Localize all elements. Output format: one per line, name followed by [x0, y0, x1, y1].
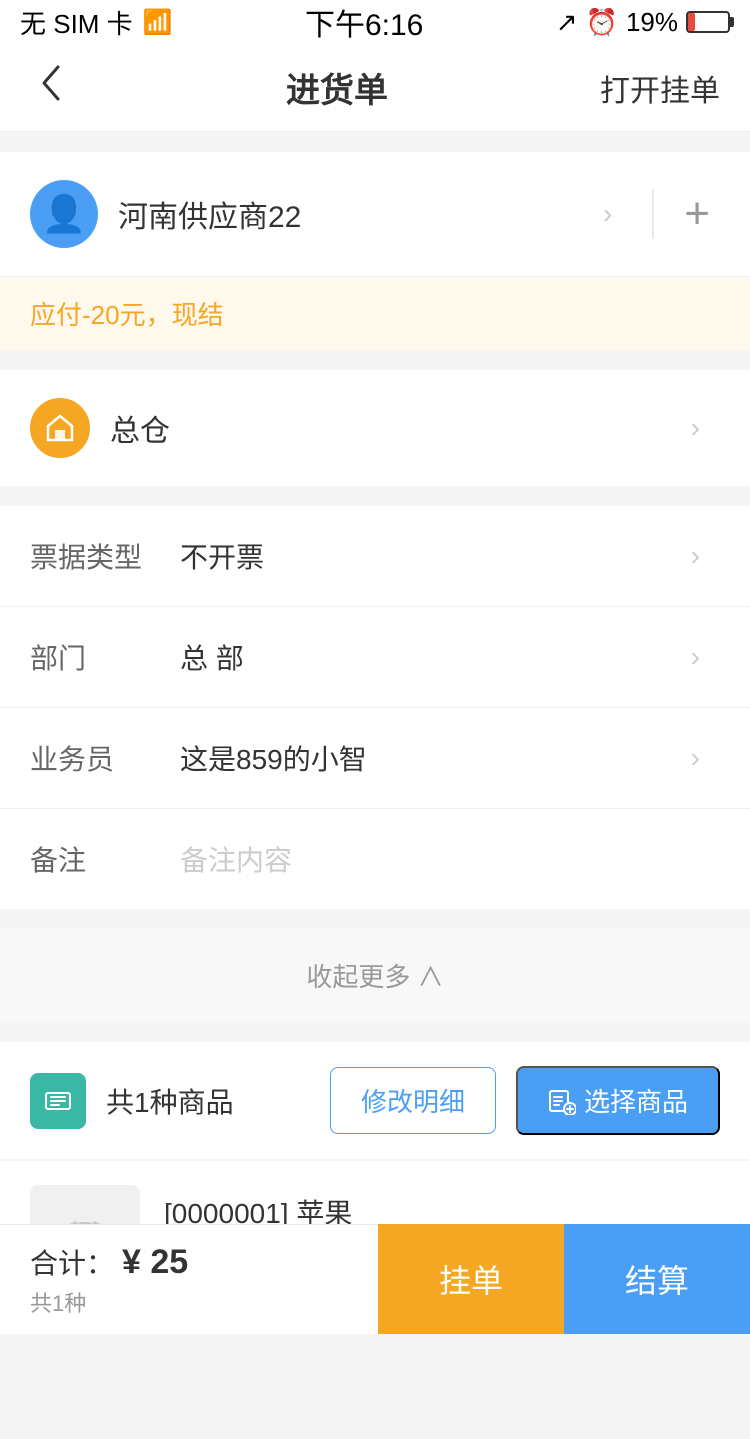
salesperson-row[interactable]: 业务员 这是859的小智 ›	[0, 708, 750, 809]
add-button[interactable]: +	[674, 189, 720, 239]
location-icon: ↗	[556, 7, 578, 38]
alarm-icon: ⏰	[586, 7, 618, 38]
warehouse-chevron-icon: ›	[691, 412, 700, 444]
person-icon: 👤	[42, 193, 87, 235]
select-product-button[interactable]: 选择商品	[516, 1066, 720, 1135]
warehouse-row[interactable]: 总仓 ›	[0, 370, 750, 486]
product-count-text: 共1种商品	[106, 1081, 310, 1121]
status-right: ↗ ⏰ 19%	[556, 7, 730, 38]
total-area: 合计： ¥ 25 共1种	[0, 1224, 378, 1334]
supplier-section: 👤 河南供应商22 › + 应付-20元，现结	[0, 152, 750, 350]
department-chevron-icon: ›	[691, 641, 700, 673]
department-value: 总 部	[160, 637, 691, 677]
form-section: 票据类型 不开票 › 部门 总 部 › 业务员 这是859的小智 › 备注 备注…	[0, 506, 750, 909]
hold-label: 挂单	[439, 1256, 503, 1302]
notes-placeholder: 备注内容	[160, 839, 720, 879]
invoice-type-row[interactable]: 票据类型 不开票 ›	[0, 506, 750, 607]
carrier-label: 无 SIM 卡	[20, 4, 133, 41]
salesperson-value: 这是859的小智	[160, 738, 691, 778]
supplier-row: 👤 河南供应商22 › +	[0, 152, 750, 277]
department-label: 部门	[30, 637, 160, 677]
notes-row[interactable]: 备注 备注内容	[0, 809, 750, 909]
battery-percent: 19%	[626, 7, 678, 38]
total-label: 合计：	[30, 1242, 114, 1282]
notes-label: 备注	[30, 839, 160, 879]
invoice-chevron-icon: ›	[691, 540, 700, 572]
warehouse-icon	[30, 398, 90, 458]
battery-icon	[686, 11, 730, 33]
select-product-label: 选择商品	[584, 1082, 688, 1119]
product-count-icon	[30, 1073, 86, 1129]
salesperson-label: 业务员	[30, 738, 160, 778]
supplier-chevron-icon[interactable]: ›	[603, 198, 612, 230]
collapse-label: 收起更多 ∧	[306, 962, 443, 992]
salesperson-chevron-icon: ›	[691, 742, 700, 774]
warning-text: 应付-20元，现结	[30, 300, 224, 330]
total-count: 共1种	[30, 1286, 348, 1318]
warehouse-name: 总仓	[110, 406, 691, 450]
product-header: 共1种商品 修改明细 选择商品	[0, 1042, 750, 1159]
total-amount: ¥ 25	[122, 1243, 188, 1282]
divider	[652, 189, 654, 239]
invoice-type-value: 不开票	[160, 536, 691, 576]
page-title: 进货单	[286, 63, 388, 112]
settle-button[interactable]: 结算	[564, 1224, 750, 1334]
status-bar: 无 SIM 卡 📶 下午6:16 ↗ ⏰ 19%	[0, 0, 750, 44]
supplier-name: 河南供应商22	[118, 192, 603, 236]
status-time: 下午6:16	[305, 0, 423, 44]
warning-banner: 应付-20元，现结	[0, 277, 750, 350]
wifi-icon: 📶	[143, 8, 173, 37]
edit-detail-button[interactable]: 修改明细	[330, 1067, 496, 1134]
open-hold-button[interactable]: 打开挂单	[600, 66, 720, 110]
invoice-type-label: 票据类型	[30, 536, 160, 576]
nav-bar: 进货单 打开挂单	[0, 44, 750, 132]
settle-label: 结算	[625, 1256, 689, 1302]
back-button[interactable]	[30, 53, 74, 122]
hold-button[interactable]: 挂单	[378, 1224, 564, 1334]
bottom-bar: 合计： ¥ 25 共1种 挂单 结算	[0, 1224, 750, 1334]
department-row[interactable]: 部门 总 部 ›	[0, 607, 750, 708]
supplier-avatar: 👤	[30, 180, 98, 248]
status-left: 无 SIM 卡 📶	[20, 4, 173, 41]
collapse-toggle[interactable]: 收起更多 ∧	[0, 929, 750, 1022]
